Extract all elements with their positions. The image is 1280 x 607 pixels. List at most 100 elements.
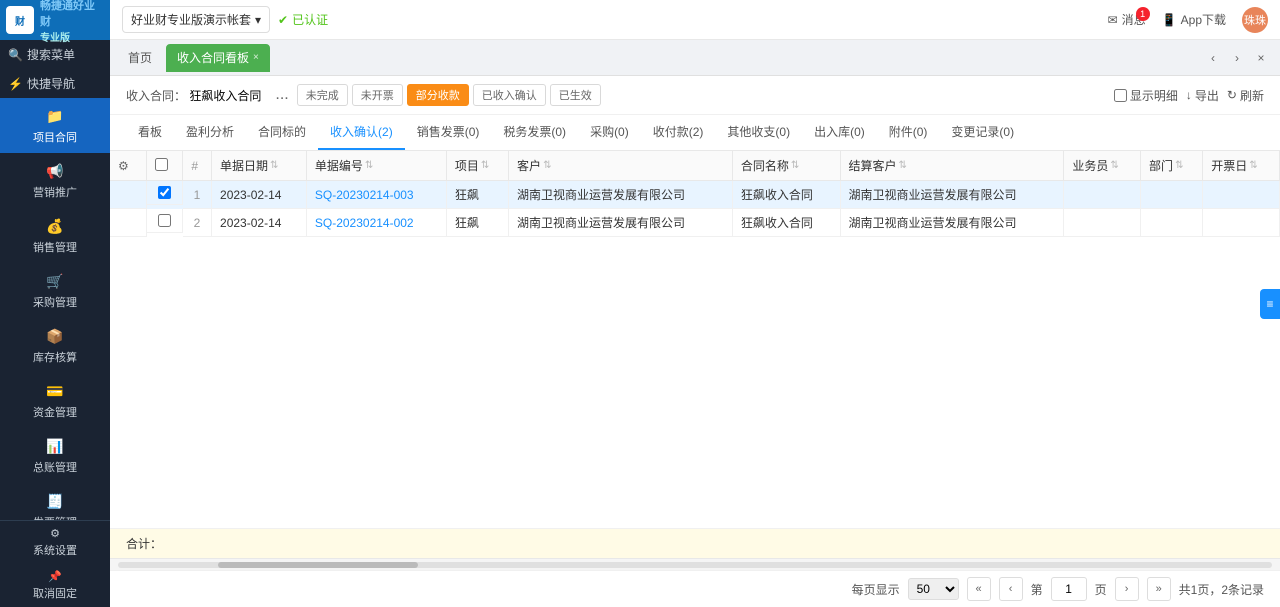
- tab-nav-next[interactable]: ›: [1226, 47, 1248, 69]
- department-sort-icon[interactable]: ⇅: [1175, 160, 1183, 171]
- row-number-link[interactable]: SQ-20230214-003: [315, 188, 414, 202]
- sub-tab[interactable]: 盈利分析: [174, 115, 246, 150]
- certified-label: 已认证: [292, 11, 328, 28]
- status-effective-btn[interactable]: 已生效: [550, 84, 601, 106]
- table-area[interactable]: ⚙ # 单据日期⇅ 单据编号⇅ 项目⇅ 客户⇅ 合同名称⇅ 结算客户⇅ 业务员⇅…: [110, 151, 1280, 528]
- invoice-date-label: 开票日: [1211, 157, 1247, 174]
- status-incomplete-btn[interactable]: 未完成: [297, 84, 348, 106]
- result-customer-sort-icon[interactable]: ⇅: [899, 160, 907, 171]
- sidebar-item-label: 销售管理: [33, 239, 77, 255]
- tab-close-btn[interactable]: ×: [253, 52, 259, 63]
- row-department: [1141, 209, 1203, 237]
- settings-th[interactable]: ⚙: [110, 151, 146, 181]
- tab-home[interactable]: 首页: [118, 44, 162, 72]
- sub-tab[interactable]: 销售发票(0): [405, 115, 492, 150]
- more-btn[interactable]: ...: [271, 86, 292, 104]
- contract-sort-icon[interactable]: ⇅: [791, 160, 799, 171]
- sidebar-item-finance[interactable]: 💳 资金管理: [0, 373, 110, 428]
- row-result-customer: 湖南卫视商业运营发展有限公司: [840, 209, 1064, 237]
- row-date: 2023-02-14: [212, 209, 307, 237]
- export-btn[interactable]: ↓ 导出: [1186, 87, 1219, 104]
- topbar-right: ✉ 1 消息 📱 App下载 珠珠: [1108, 7, 1268, 33]
- sidebar-item-purchase[interactable]: 🛒 采购管理: [0, 263, 110, 318]
- sidebar-item-inventory[interactable]: 📦 库存核算: [0, 318, 110, 373]
- scroll-track[interactable]: [118, 562, 1272, 568]
- row-checkbox[interactable]: [147, 181, 183, 205]
- company-selector[interactable]: 好业财专业版演示帐套 ▾: [122, 6, 270, 33]
- number-sort-icon[interactable]: ⇅: [365, 160, 373, 171]
- refresh-btn[interactable]: ↻ 刷新: [1227, 87, 1264, 104]
- status-partial-btn[interactable]: 部分收款: [407, 84, 469, 106]
- show-detail-checkbox[interactable]: 显示明细: [1114, 87, 1178, 104]
- page-word: 第: [1031, 581, 1043, 598]
- app-download-btn[interactable]: 📱 App下载: [1162, 11, 1226, 28]
- sidebar-item-settings[interactable]: ⚙ 系统设置: [0, 521, 110, 564]
- table-row[interactable]: 12023-02-14SQ-20230214-003狂飙湖南卫视商业运营发展有限…: [110, 181, 1280, 209]
- right-float-btn[interactable]: ≡: [1260, 289, 1280, 319]
- settings-icon[interactable]: ⚙: [118, 159, 129, 173]
- tab-nav-prev[interactable]: ‹: [1202, 47, 1224, 69]
- row-num: 1: [183, 181, 212, 209]
- total-label: 合计：: [126, 537, 162, 551]
- sub-tab[interactable]: 收付款(2): [641, 115, 716, 150]
- sidebar-item-invoice[interactable]: 🧾 发票管理: [0, 483, 110, 520]
- salesperson-sort-icon[interactable]: ⇅: [1110, 160, 1118, 171]
- next-page-btn[interactable]: ›: [1115, 577, 1139, 601]
- show-detail-input[interactable]: [1114, 89, 1127, 102]
- sidebar-item-general-ledger[interactable]: 📊 总账管理: [0, 428, 110, 483]
- row-number[interactable]: SQ-20230214-002: [306, 209, 446, 237]
- sidebar-item-pin[interactable]: 📌 取消固定: [0, 564, 110, 607]
- row-select-checkbox[interactable]: [158, 214, 171, 227]
- sub-tab[interactable]: 出入库(0): [802, 115, 877, 150]
- project-sort-icon[interactable]: ⇅: [481, 160, 489, 171]
- result-customer-th: 结算客户⇅: [840, 151, 1064, 181]
- user-name: 珠珠: [1244, 12, 1266, 28]
- row-number-link[interactable]: SQ-20230214-002: [315, 216, 414, 230]
- row-salesperson: [1064, 181, 1141, 209]
- per-page-select[interactable]: 50 100 200: [908, 578, 959, 600]
- select-all-checkbox[interactable]: [155, 158, 168, 171]
- customer-sort-icon[interactable]: ⇅: [543, 160, 551, 171]
- sub-tab[interactable]: 其他收支(0): [715, 115, 802, 150]
- sub-tab[interactable]: 附件(0): [877, 115, 940, 150]
- status-confirmed-btn[interactable]: 已收入确认: [473, 84, 546, 106]
- row-salesperson: [1064, 209, 1141, 237]
- notification-btn[interactable]: ✉ 1 消息: [1108, 11, 1146, 28]
- sidebar-item-marketing[interactable]: 📢 营销推广: [0, 153, 110, 208]
- search-menu[interactable]: 🔍 搜索菜单: [0, 40, 110, 69]
- per-page-label: 每页显示: [852, 581, 900, 598]
- sub-tab[interactable]: 变更记录(0): [939, 115, 1026, 150]
- sidebar-item-project-contract[interactable]: 📁 项目合同: [0, 98, 110, 153]
- sidebar: 财 畅捷通好业财 专业版 🔍 搜索菜单 ⚡ 快捷导航 📁 项目合同 📢 营销推广…: [0, 0, 110, 607]
- sub-tab[interactable]: 采购(0): [578, 115, 641, 150]
- sidebar-item-sales[interactable]: 💰 销售管理: [0, 208, 110, 263]
- status-no-invoice-btn[interactable]: 未开票: [352, 84, 403, 106]
- row-settings: [110, 209, 146, 237]
- tab-active[interactable]: 收入合同看板 ×: [166, 44, 270, 72]
- sub-tab[interactable]: 合同标的: [246, 115, 318, 150]
- sub-tab[interactable]: 收入确认(2): [318, 115, 405, 150]
- last-page-btn[interactable]: »: [1147, 577, 1171, 601]
- quick-nav[interactable]: ⚡ 快捷导航: [0, 69, 110, 98]
- sub-tab[interactable]: 看板: [126, 115, 174, 150]
- project-th: 项目⇅: [446, 151, 508, 181]
- contract-actions: ... 未完成 未开票 部分收款 已收入确认 已生效: [271, 84, 600, 106]
- row-checkbox[interactable]: [147, 209, 183, 233]
- invoice-date-sort-icon[interactable]: ⇅: [1249, 160, 1257, 171]
- date-sort-icon[interactable]: ⇅: [270, 160, 278, 171]
- user-avatar[interactable]: 珠珠: [1242, 7, 1268, 33]
- row-select-checkbox[interactable]: [158, 186, 171, 199]
- sub-tab[interactable]: 税务发票(0): [491, 115, 578, 150]
- table-row[interactable]: 22023-02-14SQ-20230214-002狂飙湖南卫视商业运营发展有限…: [110, 209, 1280, 237]
- prev-page-btn[interactable]: ‹: [999, 577, 1023, 601]
- first-page-btn[interactable]: «: [967, 577, 991, 601]
- row-project: 狂飙: [446, 209, 508, 237]
- scroll-thumb[interactable]: [218, 562, 418, 568]
- certified-badge: ✔ 已认证: [278, 11, 328, 28]
- finance-icon: 💳: [45, 381, 65, 401]
- row-number[interactable]: SQ-20230214-003: [306, 181, 446, 209]
- quick-nav-icon: ⚡: [8, 77, 23, 91]
- page-input[interactable]: [1051, 577, 1087, 601]
- tab-nav-close[interactable]: ×: [1250, 47, 1272, 69]
- scrollbar-area[interactable]: [110, 558, 1280, 570]
